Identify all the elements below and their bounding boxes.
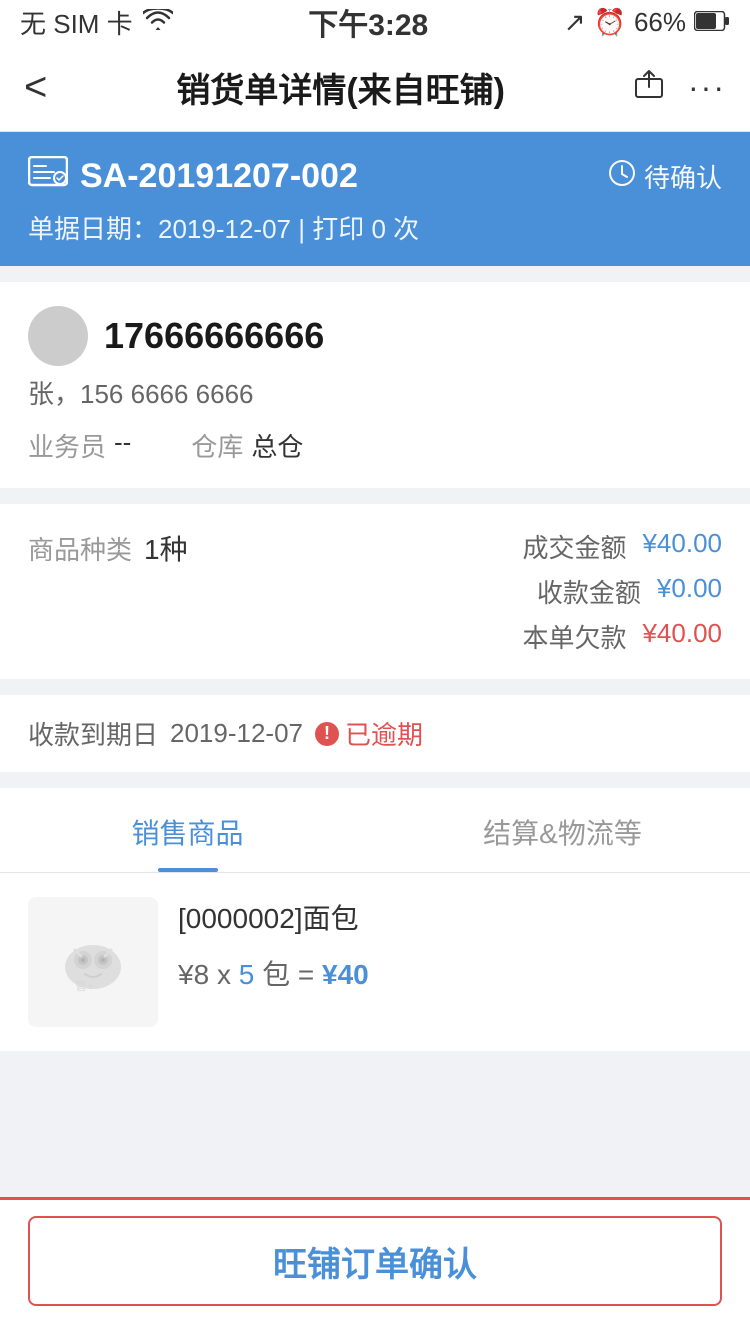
received-amount-row: 收款金额 ¥0.00 bbox=[522, 573, 722, 610]
product-total: ¥40 bbox=[322, 959, 369, 990]
overdue-dot-icon: ! bbox=[315, 722, 339, 746]
due-date-row: 收款到期日 2019-12-07 ! 已逾期 bbox=[0, 695, 750, 772]
owed-amount-value: ¥40.00 bbox=[642, 618, 722, 655]
customer-card: 17666666666 张，156 6666 6666 业务员 -- 仓库 总仓 bbox=[0, 282, 750, 488]
clock-icon bbox=[608, 159, 636, 194]
summary-card: 商品种类 1种 成交金额 ¥40.00 收款金额 ¥0.00 本单欠款 ¥40.… bbox=[0, 504, 750, 679]
battery-text: 66% bbox=[634, 7, 686, 38]
share-icon[interactable] bbox=[634, 69, 664, 107]
product-item: 管+ [0000002]面包 ¥8 x 5 包 = ¥40 bbox=[0, 873, 750, 1051]
status-bar: 无 SIM 卡 下午3:28 ↗ ⏰ 66% bbox=[0, 0, 750, 44]
deal-amount-label: 成交金额 bbox=[522, 528, 626, 565]
tabs-section: 销售商品 结算&物流等 管+ [0000002]面包 bbox=[0, 788, 750, 1051]
product-type-value: 1种 bbox=[144, 528, 188, 568]
customer-meta: 业务员 -- 仓库 总仓 bbox=[28, 427, 722, 464]
status-right: ↗ ⏰ 66% bbox=[564, 7, 730, 38]
order-status: 待确认 bbox=[608, 158, 722, 195]
status-time: 下午3:28 bbox=[308, 0, 428, 44]
due-date-label: 收款到期日 bbox=[28, 715, 158, 752]
salesperson-item: 业务员 -- bbox=[28, 427, 131, 464]
overdue-badge: ! 已逾期 bbox=[315, 715, 423, 752]
status-left: 无 SIM 卡 bbox=[20, 4, 173, 41]
summary-right: 成交金额 ¥40.00 收款金额 ¥0.00 本单欠款 ¥40.00 bbox=[522, 528, 722, 655]
avatar bbox=[28, 306, 88, 366]
equals-sign: = bbox=[298, 959, 322, 990]
tab-settlement[interactable]: 结算&物流等 bbox=[375, 788, 750, 872]
location-icon: ↗ bbox=[564, 7, 586, 38]
no-sim-text: 无 SIM 卡 bbox=[20, 4, 133, 41]
back-button[interactable]: < bbox=[24, 65, 47, 110]
tab-products[interactable]: 销售商品 bbox=[0, 788, 375, 872]
customer-phone-row: 17666666666 bbox=[28, 306, 722, 366]
owed-amount-label: 本单欠款 bbox=[522, 618, 626, 655]
deal-amount-row: 成交金额 ¥40.00 bbox=[522, 528, 722, 565]
nav-bar: < 销货单详情(来自旺铺) ··· bbox=[0, 44, 750, 132]
product-name: [0000002]面包 bbox=[178, 897, 722, 937]
received-amount-label: 收款金额 bbox=[537, 573, 641, 610]
battery-icon bbox=[694, 7, 730, 38]
customer-name: 张，156 6666 6666 bbox=[28, 374, 722, 411]
product-quantity: 5 bbox=[239, 959, 255, 990]
warehouse-value: 总仓 bbox=[251, 427, 303, 464]
product-unit: 包 bbox=[262, 959, 290, 990]
wifi-icon bbox=[143, 7, 173, 38]
alarm-icon: ⏰ bbox=[594, 7, 626, 38]
page-title: 销货单详情(来自旺铺) bbox=[176, 63, 505, 112]
nav-actions: ··· bbox=[634, 69, 726, 107]
confirm-wangpu-button[interactable]: 旺铺订单确认 bbox=[28, 1216, 722, 1306]
more-icon[interactable]: ··· bbox=[688, 69, 726, 106]
warehouse-label: 仓库 bbox=[191, 427, 243, 464]
product-type-label: 商品种类 bbox=[28, 530, 132, 567]
order-icon bbox=[28, 156, 68, 197]
overdue-text: 已逾期 bbox=[345, 715, 423, 752]
product-thumbnail: 管+ bbox=[28, 897, 158, 1027]
warehouse-item: 仓库 总仓 bbox=[191, 427, 303, 464]
summary-left: 商品种类 1种 bbox=[28, 528, 188, 568]
owed-amount-row: 本单欠款 ¥40.00 bbox=[522, 618, 722, 655]
tabs-row: 销售商品 结算&物流等 bbox=[0, 788, 750, 873]
product-info: [0000002]面包 ¥8 x 5 包 = ¥40 bbox=[178, 897, 722, 993]
svg-text:管+: 管+ bbox=[75, 978, 94, 992]
bottom-bar: 旺铺订单确认 bbox=[0, 1197, 750, 1334]
order-date: 单据日期：2019-12-07 | 打印 0 次 bbox=[28, 209, 722, 246]
due-date-value: 2019-12-07 bbox=[170, 718, 303, 749]
multiply-sign: x bbox=[217, 959, 239, 990]
product-formula: ¥8 x 5 包 = ¥40 bbox=[178, 953, 722, 993]
salesperson-label: 业务员 bbox=[28, 427, 106, 464]
product-price: ¥8 bbox=[178, 959, 209, 990]
order-header: SA-20191207-002 待确认 单据日期：2019-12-07 | 打印… bbox=[0, 132, 750, 266]
salesperson-value: -- bbox=[114, 427, 131, 464]
received-amount-value: ¥0.00 bbox=[657, 573, 722, 610]
order-id: SA-20191207-002 bbox=[28, 156, 358, 197]
deal-amount-value: ¥40.00 bbox=[642, 528, 722, 565]
